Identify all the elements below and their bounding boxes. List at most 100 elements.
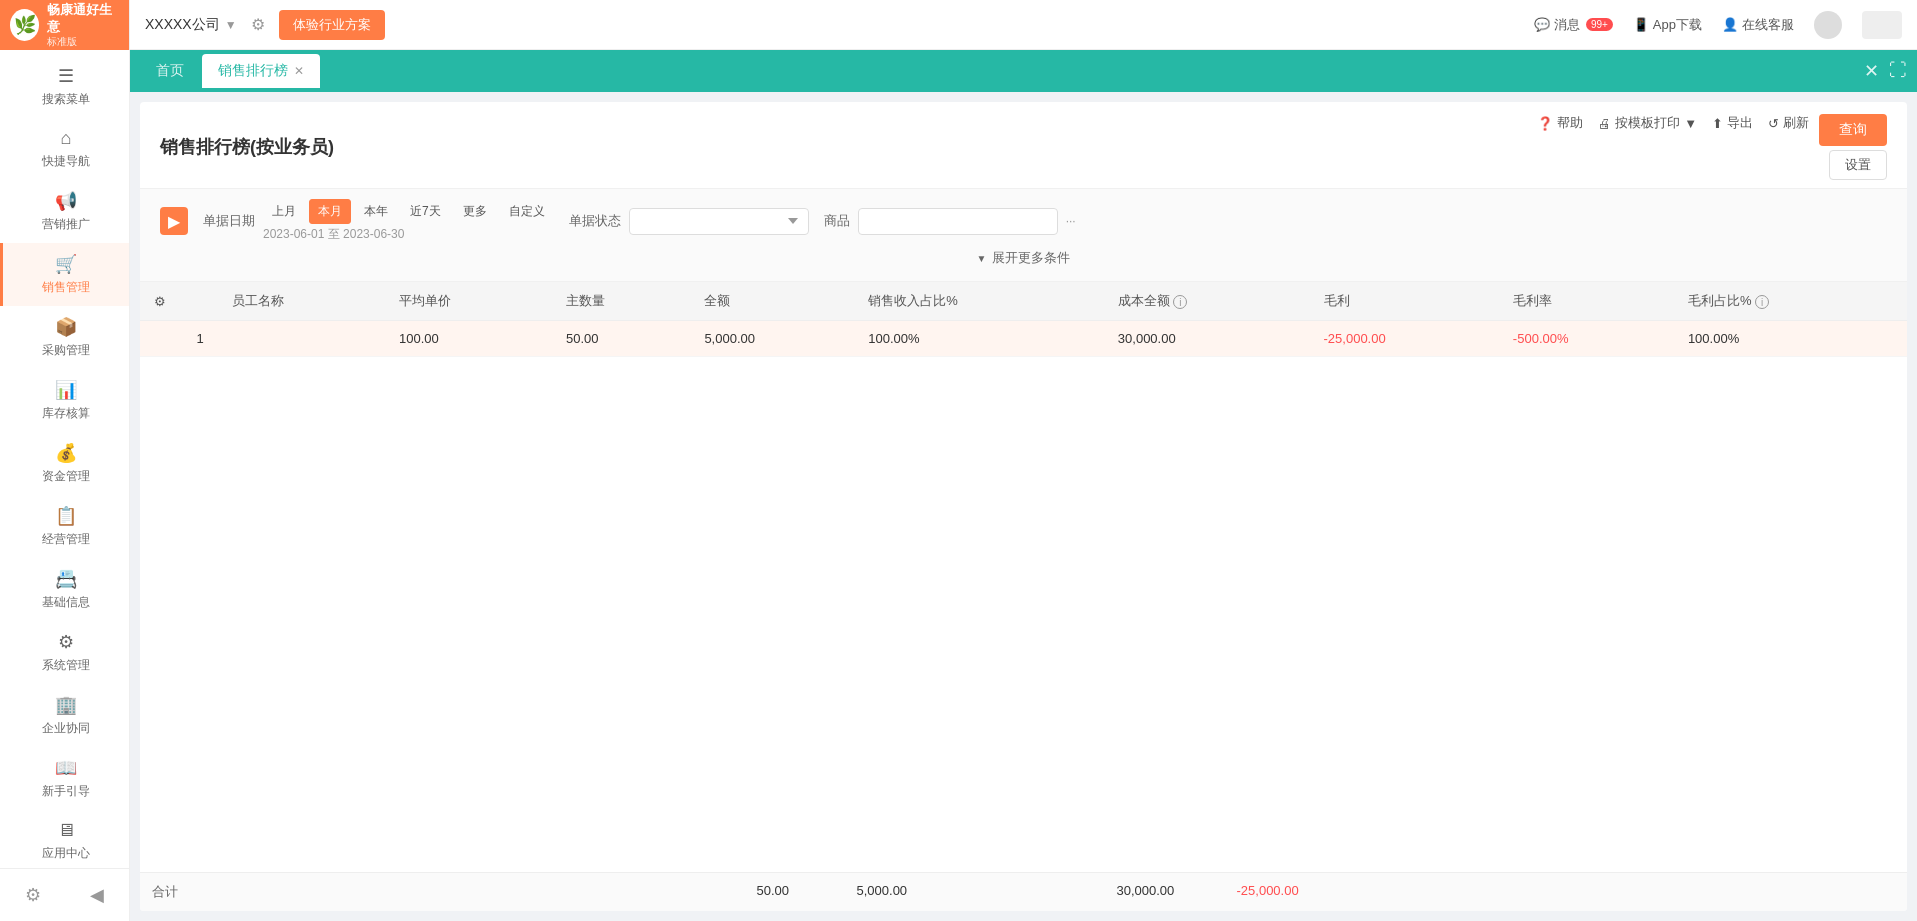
help-label: 帮助 [1557,114,1583,132]
trial-button[interactable]: 体验行业方案 [279,10,385,40]
sidebar-collapse-btn[interactable]: ◀ [85,879,109,911]
query-button[interactable]: 查询 [1819,114,1887,146]
sidebar-item-system[interactable]: ⚙ 系统管理 [0,621,129,684]
help-btn[interactable]: ❓ 帮助 [1537,114,1583,132]
company-name: XXXXX公司 [145,16,220,34]
message-icon: 💬 [1534,17,1550,32]
table-area: ⚙ 员工名称 平均单价 主数量 全额 销售收入占比% 成本全额 i 毛利 毛利率… [140,282,1907,872]
print-btn[interactable]: 🖨 按模板打印 ▼ [1598,114,1697,132]
message-btn[interactable]: 💬 消息 99+ [1534,16,1613,34]
cell-avg-price: 100.00 [387,321,554,357]
tab-restore-icon[interactable]: ⛶ [1889,60,1907,82]
tab-sales-ranking-label: 销售排行榜 [218,62,288,80]
date-tab-last-7days[interactable]: 近7天 [401,199,450,224]
enterprise-icon: 🏢 [55,694,77,716]
system-label: 系统管理 [42,657,90,674]
expand-more-btn[interactable]: ▼ 展开更多条件 [160,243,1887,271]
guide-icon: 📖 [55,757,77,779]
online-service-btn[interactable]: 👤 在线客服 [1722,16,1794,34]
date-tab-more[interactable]: 更多 [454,199,496,224]
avatar[interactable] [1814,11,1842,39]
guide-label: 新手引导 [42,783,90,800]
cost-info-icon[interactable]: i [1173,295,1187,309]
goods-more-icon[interactable]: ··· [1066,214,1076,228]
export-icon: ⬆ [1712,116,1723,131]
tab-close-icon[interactable]: ✕ [294,64,304,78]
header-settings-icon[interactable]: ⚙ [247,11,269,38]
logo-sub: 标准版 [47,35,119,48]
sidebar-item-apps[interactable]: 🖥 应用中心 [0,810,129,868]
refresh-btn[interactable]: ↺ 刷新 [1768,114,1809,132]
logo-icon: 🌿 [10,9,39,41]
sidebar-item-enterprise[interactable]: 🏢 企业协同 [0,684,129,747]
cell-sales-ratio: 100.00% [856,321,1106,357]
sidebar-item-sales[interactable]: 🛒 销售管理 [0,243,129,306]
page-actions: ❓ 帮助 🖨 按模板打印 ▼ ⬆ 导出 ↺ [1537,114,1809,132]
status-filter-label: 单据状态 [569,212,621,230]
purchase-label: 采购管理 [42,342,90,359]
cell-gross-profit: -25,000.00 [1312,321,1501,357]
forward-btn[interactable]: ▶ [160,207,188,235]
sidebar-item-guide[interactable]: 📖 新手引导 [0,747,129,810]
sidebar-item-search-order[interactable]: ☰ 搜索菜单 [0,55,129,118]
sidebar-nav: ☰ 搜索菜单 ⌂ 快捷导航 📢 营销推广 🛒 销售管理 📦 采购管理 📊 库存核… [0,50,129,868]
sidebar-item-quick-nav[interactable]: ⌂ 快捷导航 [0,118,129,180]
user-menu[interactable] [1862,11,1902,39]
table-footer: 合计 50.00 5,000.00 30,000.00 -25,000.00 [140,872,1907,911]
cell-rank: 1 [180,321,220,357]
chevron-down-icon: ▼ [225,18,237,32]
sidebar-item-finance[interactable]: 💰 资金管理 [0,432,129,495]
tab-close-all-icon[interactable]: ✕ [1864,60,1879,82]
app-download-btn[interactable]: 📱 App下载 [1633,16,1702,34]
finance-label: 资金管理 [42,468,90,485]
cell-gross-ratio: 100.00% [1676,321,1907,357]
export-btn[interactable]: ⬆ 导出 [1712,114,1753,132]
tab-sales-ranking[interactable]: 销售排行榜 ✕ [202,54,320,88]
sidebar-footer: ⚙ ◀ [0,868,129,921]
gross-ratio-info-icon[interactable]: i [1755,295,1769,309]
settings-link[interactable]: 设置 [1829,150,1887,180]
app-icon: 📱 [1633,17,1649,32]
date-tab-custom[interactable]: 自定义 [500,199,554,224]
status-select[interactable] [629,208,809,235]
expand-arrow-icon: ▼ [977,253,987,264]
main-area: XXXXX公司 ▼ ⚙ 体验行业方案 💬 消息 99+ 📱 App下载 👤 在线… [130,0,1917,921]
sidebar: 🌿 畅康通好生意 标准版 ☰ 搜索菜单 ⌂ 快捷导航 📢 营销推广 🛒 销售管理… [0,0,130,921]
date-tab-this-year[interactable]: 本年 [355,199,397,224]
date-filter-label: 单据日期 [203,212,255,230]
quick-nav-icon: ⌂ [61,128,72,149]
cell-main-qty: 50.00 [554,321,692,357]
sidebar-logo: 🌿 畅康通好生意 标准版 [0,0,129,50]
col-settings[interactable]: ⚙ [140,282,180,321]
footer-main-qty: 50.00 [757,883,837,901]
marketing-icon: 📢 [55,190,77,212]
date-tab-prev-month[interactable]: 上月 [263,199,305,224]
col-gross-ratio: 毛利占比% i [1676,282,1907,321]
sidebar-item-purchase[interactable]: 📦 采购管理 [0,306,129,369]
apps-label: 应用中心 [42,845,90,862]
date-filter-section: 单据日期 上月 本月 本年 近7天 更多 自定义 2023-06-01 至 20… [203,199,554,243]
help-icon: ❓ [1537,116,1553,131]
goods-input[interactable] [858,208,1058,235]
search-order-icon: ☰ [58,65,74,87]
cell-amount: 5,000.00 [692,321,856,357]
company-selector[interactable]: XXXXX公司 ▼ [145,16,237,34]
marketing-label: 营销推广 [42,216,90,233]
sidebar-item-inventory[interactable]: 📊 库存核算 [0,369,129,432]
sidebar-item-marketing[interactable]: 📢 营销推广 [0,180,129,243]
print-chevron-icon: ▼ [1684,116,1697,131]
date-tab-this-month[interactable]: 本月 [309,199,351,224]
tab-home-label: 首页 [156,62,184,80]
col-gross-margin: 毛利率 [1501,282,1676,321]
apps-icon: 🖥 [57,820,75,841]
purchase-icon: 📦 [55,316,77,338]
tab-bar-right: ✕ ⛶ [1864,60,1907,82]
page-title: 销售排行榜(按业务员) [160,135,334,159]
sidebar-item-basic-info[interactable]: 📇 基础信息 [0,558,129,621]
table-body: 1 100.00 50.00 5,000.00 100.00% 30,000.0… [140,321,1907,357]
sidebar-item-operations[interactable]: 📋 经营管理 [0,495,129,558]
sidebar-settings-btn[interactable]: ⚙ [20,879,46,911]
tab-home[interactable]: 首页 [140,54,200,88]
col-sales-ratio: 销售收入占比% [856,282,1106,321]
footer-sales-ratio-spacer [977,883,1097,901]
